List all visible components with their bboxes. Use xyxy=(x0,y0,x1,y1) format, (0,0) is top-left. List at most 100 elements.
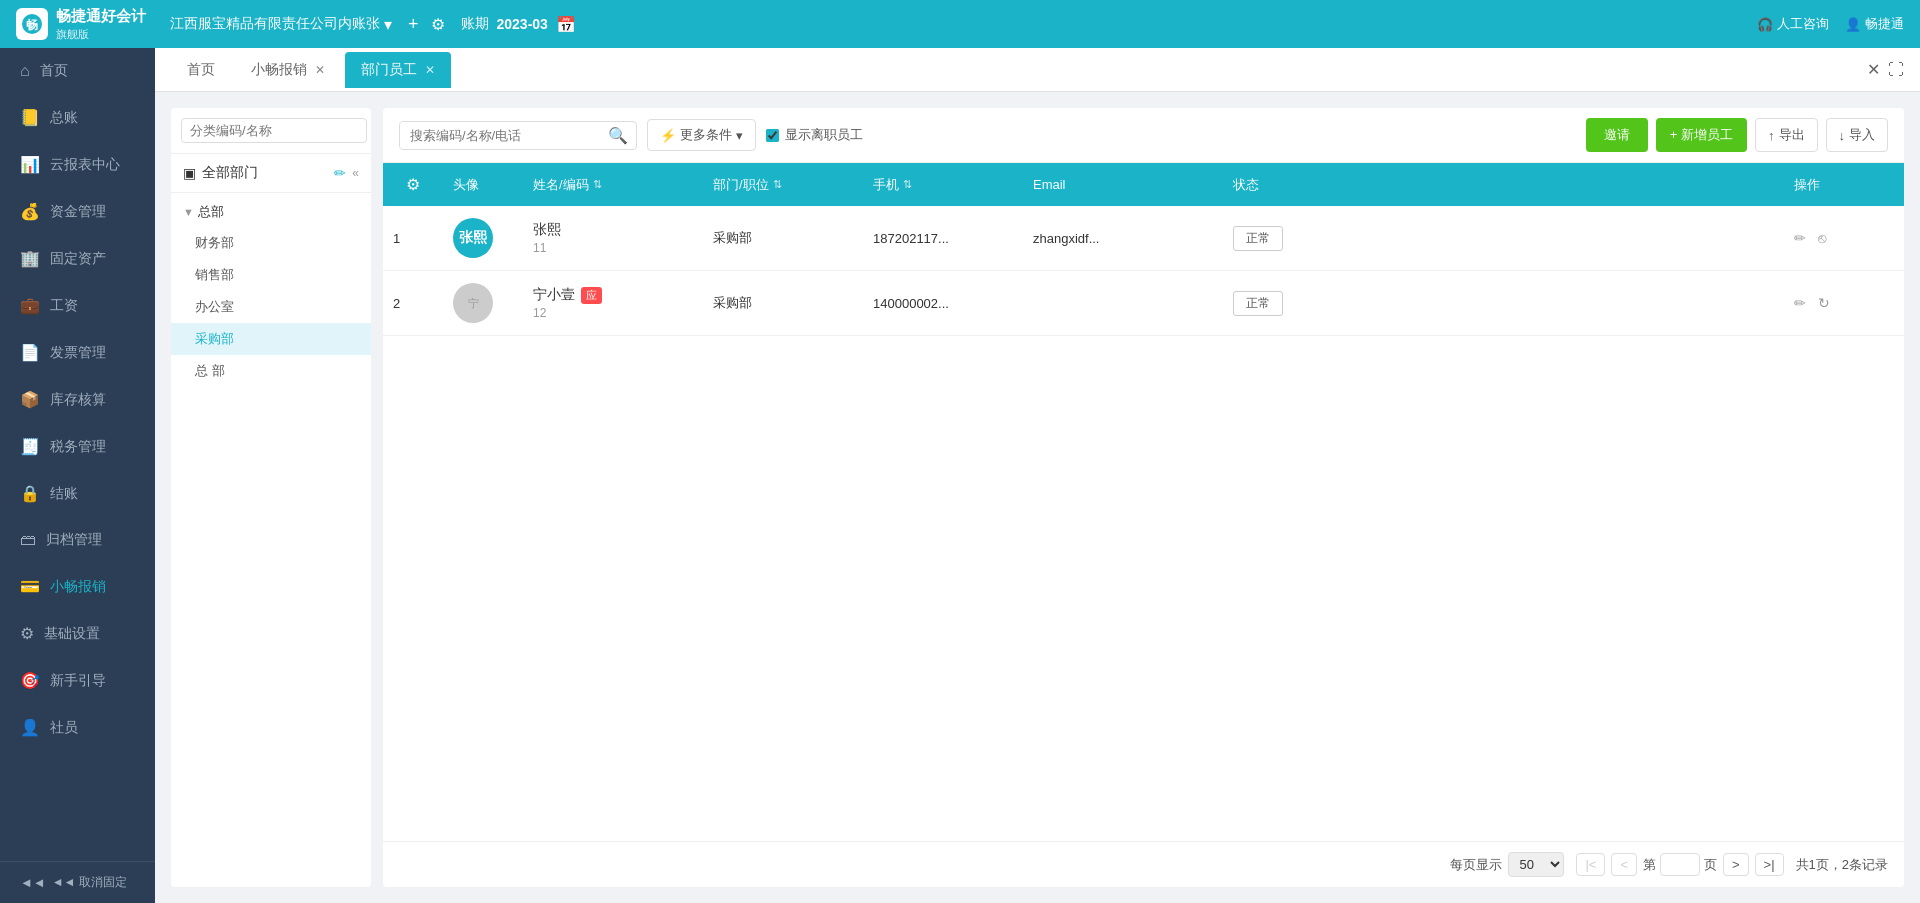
employee-code: 12 xyxy=(533,306,602,320)
employee-search-icon[interactable]: 🔍 xyxy=(600,126,636,145)
add-button[interactable]: + xyxy=(408,14,419,35)
tab-close-employees[interactable]: ✕ xyxy=(425,63,435,77)
dept-section-headquarters[interactable]: ▼ 总部 xyxy=(171,197,371,227)
dept-item-procurement[interactable]: 采购部 xyxy=(171,323,371,355)
settings-icon[interactable]: ⚙ xyxy=(431,15,445,34)
name-code-block: 张熙 11 xyxy=(533,221,561,255)
sidebar-item-reports[interactable]: 📊 云报表中心 xyxy=(0,141,155,188)
all-departments[interactable]: ▣ 全部部门 ✏ « xyxy=(171,154,371,193)
filter-button[interactable]: ⚡ 更多条件 ▾ xyxy=(647,119,756,151)
sort-dept-icon[interactable]: ⇅ xyxy=(773,178,782,191)
per-page-select[interactable]: 10 20 50 100 xyxy=(1508,852,1564,877)
dept-item-general[interactable]: 总 部 xyxy=(171,355,371,387)
department-panel: 🔍 ▣ 全部部门 ✏ « ▼ 总部 财务部 xyxy=(171,108,371,887)
logout-icon[interactable]: ⎋ xyxy=(1818,230,1826,246)
th-phone[interactable]: 手机 ⇅ xyxy=(863,163,1023,206)
avatar-ning: 宁 xyxy=(453,283,493,323)
import-button[interactable]: ↓ 导入 xyxy=(1826,118,1889,152)
status-badge: 正常 xyxy=(1233,291,1283,316)
expense-icon: 💳 xyxy=(20,577,40,596)
dept-item-finance[interactable]: 财务部 xyxy=(171,227,371,259)
tab-close-all-button[interactable]: ✕ xyxy=(1867,60,1880,79)
th-dept[interactable]: 部门/职位 ⇅ xyxy=(703,163,863,206)
employee-search-input[interactable] xyxy=(400,122,600,149)
sidebar-item-expense[interactable]: 💳 小畅报销 xyxy=(0,563,155,610)
page-input-group: 第 1 页 xyxy=(1643,853,1717,876)
row2-actions: ✏ ↻ xyxy=(1784,271,1904,335)
show-resigned-input[interactable] xyxy=(766,129,779,142)
employee-panel: 🔍 ⚡ 更多条件 ▾ 显示离职员工 邀请 + 新增员工 xyxy=(383,108,1904,887)
tab-home[interactable]: 首页 xyxy=(171,52,231,88)
tab-expand-button[interactable]: ⛶ xyxy=(1888,60,1904,79)
row2-no: 2 xyxy=(383,271,443,335)
sidebar-item-invoices[interactable]: 📄 发票管理 xyxy=(0,329,155,376)
sidebar-item-home[interactable]: ⌂ 首页 xyxy=(0,48,155,94)
th-name-code[interactable]: 姓名/编码 ⇅ xyxy=(523,163,703,206)
th-avatar: 头像 xyxy=(443,163,523,206)
tab-expense[interactable]: 小畅报销 ✕ xyxy=(235,52,341,88)
sidebar-item-guide[interactable]: 🎯 新手引导 xyxy=(0,657,155,704)
user-icon: 👤 xyxy=(20,718,40,737)
last-page-button[interactable]: >| xyxy=(1755,853,1784,876)
sidebar-item-wages[interactable]: 💼 工资 xyxy=(0,282,155,329)
sort-phone-icon[interactable]: ⇅ xyxy=(903,178,912,191)
table-row: 1 张熙 张熙 11 采购部 xyxy=(383,206,1904,271)
page-input[interactable]: 1 xyxy=(1660,853,1700,876)
sidebar-item-assets[interactable]: 🏢 固定资产 xyxy=(0,235,155,282)
all-dept-icon: ▣ xyxy=(183,165,196,181)
sidebar-item-settings[interactable]: ⚙ 基础设置 xyxy=(0,610,155,657)
closing-icon: 🔒 xyxy=(20,484,40,503)
dept-edit-icon[interactable]: ✏ xyxy=(334,165,346,181)
sidebar-item-inventory[interactable]: 📦 库存核算 xyxy=(0,376,155,423)
refresh-icon[interactable]: ↻ xyxy=(1818,295,1830,311)
filter-icon: ⚡ xyxy=(660,128,676,143)
th-settings[interactable]: ⚙ xyxy=(383,163,443,206)
edit-icon[interactable]: ✏ xyxy=(1794,295,1806,311)
calendar-icon[interactable]: 📅 xyxy=(556,15,576,34)
edit-icon[interactable]: ✏ xyxy=(1794,230,1806,246)
user-avatar-icon: 👤 xyxy=(1845,17,1861,32)
company-dropdown[interactable]: ▾ xyxy=(384,15,392,34)
row1-status: 正常 xyxy=(1223,206,1784,270)
sidebar-scroll: ⌂ 首页 📒 总账 📊 云报表中心 💰 资金管理 🏢 固定资产 💼 工资 xyxy=(0,48,155,861)
th-email: Email xyxy=(1023,163,1223,206)
dept-item-office[interactable]: 办公室 xyxy=(171,291,371,323)
tab-bar-controls: ✕ ⛶ xyxy=(1867,60,1904,79)
pagination-nav: |< < 第 1 页 > >| xyxy=(1576,853,1783,876)
unpin-button[interactable]: ◄◄ ◄◄ 取消固定 xyxy=(0,861,155,903)
tab-close-expense[interactable]: ✕ xyxy=(315,63,325,77)
sidebar-item-ledger[interactable]: 📒 总账 xyxy=(0,94,155,141)
dept-search-input[interactable] xyxy=(181,118,367,143)
dept-collapse-icon[interactable]: « xyxy=(352,166,359,180)
row1-name-code: 张熙 11 xyxy=(523,206,703,270)
sidebar-item-user[interactable]: 👤 社员 xyxy=(0,704,155,751)
sidebar-item-archive[interactable]: 🗃 归档管理 xyxy=(0,517,155,563)
support-button[interactable]: 🎧 人工咨询 xyxy=(1757,15,1829,33)
th-status: 状态 xyxy=(1223,163,1784,206)
show-resigned-checkbox[interactable]: 显示离职员工 xyxy=(766,126,863,144)
row1-dept: 采购部 xyxy=(703,206,863,270)
sidebar-item-tax[interactable]: 🧾 税务管理 xyxy=(0,423,155,470)
prev-page-button[interactable]: < xyxy=(1611,853,1637,876)
sidebar-item-funds[interactable]: 💰 资金管理 xyxy=(0,188,155,235)
inventory-icon: 📦 xyxy=(20,390,40,409)
next-page-button[interactable]: > xyxy=(1723,853,1749,876)
first-page-button[interactable]: |< xyxy=(1576,853,1605,876)
guide-icon: 🎯 xyxy=(20,671,40,690)
basic-settings-icon: ⚙ xyxy=(20,624,34,643)
row2-status: 正常 xyxy=(1223,271,1784,335)
tab-employees[interactable]: 部门员工 ✕ xyxy=(345,52,451,88)
export-button[interactable]: ↑ 导出 xyxy=(1755,118,1818,152)
invite-button[interactable]: 邀请 xyxy=(1586,118,1648,152)
row2-email xyxy=(1023,271,1223,335)
user-menu[interactable]: 👤 畅捷通 xyxy=(1845,15,1904,33)
add-employee-button[interactable]: + 新增员工 xyxy=(1656,118,1747,152)
employee-table: ⚙ 头像 姓名/编码 ⇅ 部门/职位 ⇅ xyxy=(383,163,1904,841)
row2-name-code: 宁小壹 应 12 xyxy=(523,271,703,335)
row1-actions: ✏ ⎋ xyxy=(1784,206,1904,270)
sidebar-item-closing[interactable]: 🔒 结账 xyxy=(0,470,155,517)
employee-name: 宁小壹 应 xyxy=(533,286,602,304)
content-area: 首页 小畅报销 ✕ 部门员工 ✕ ✕ ⛶ 🔍 xyxy=(155,48,1920,903)
dept-item-sales[interactable]: 销售部 xyxy=(171,259,371,291)
sort-name-icon[interactable]: ⇅ xyxy=(593,178,602,191)
